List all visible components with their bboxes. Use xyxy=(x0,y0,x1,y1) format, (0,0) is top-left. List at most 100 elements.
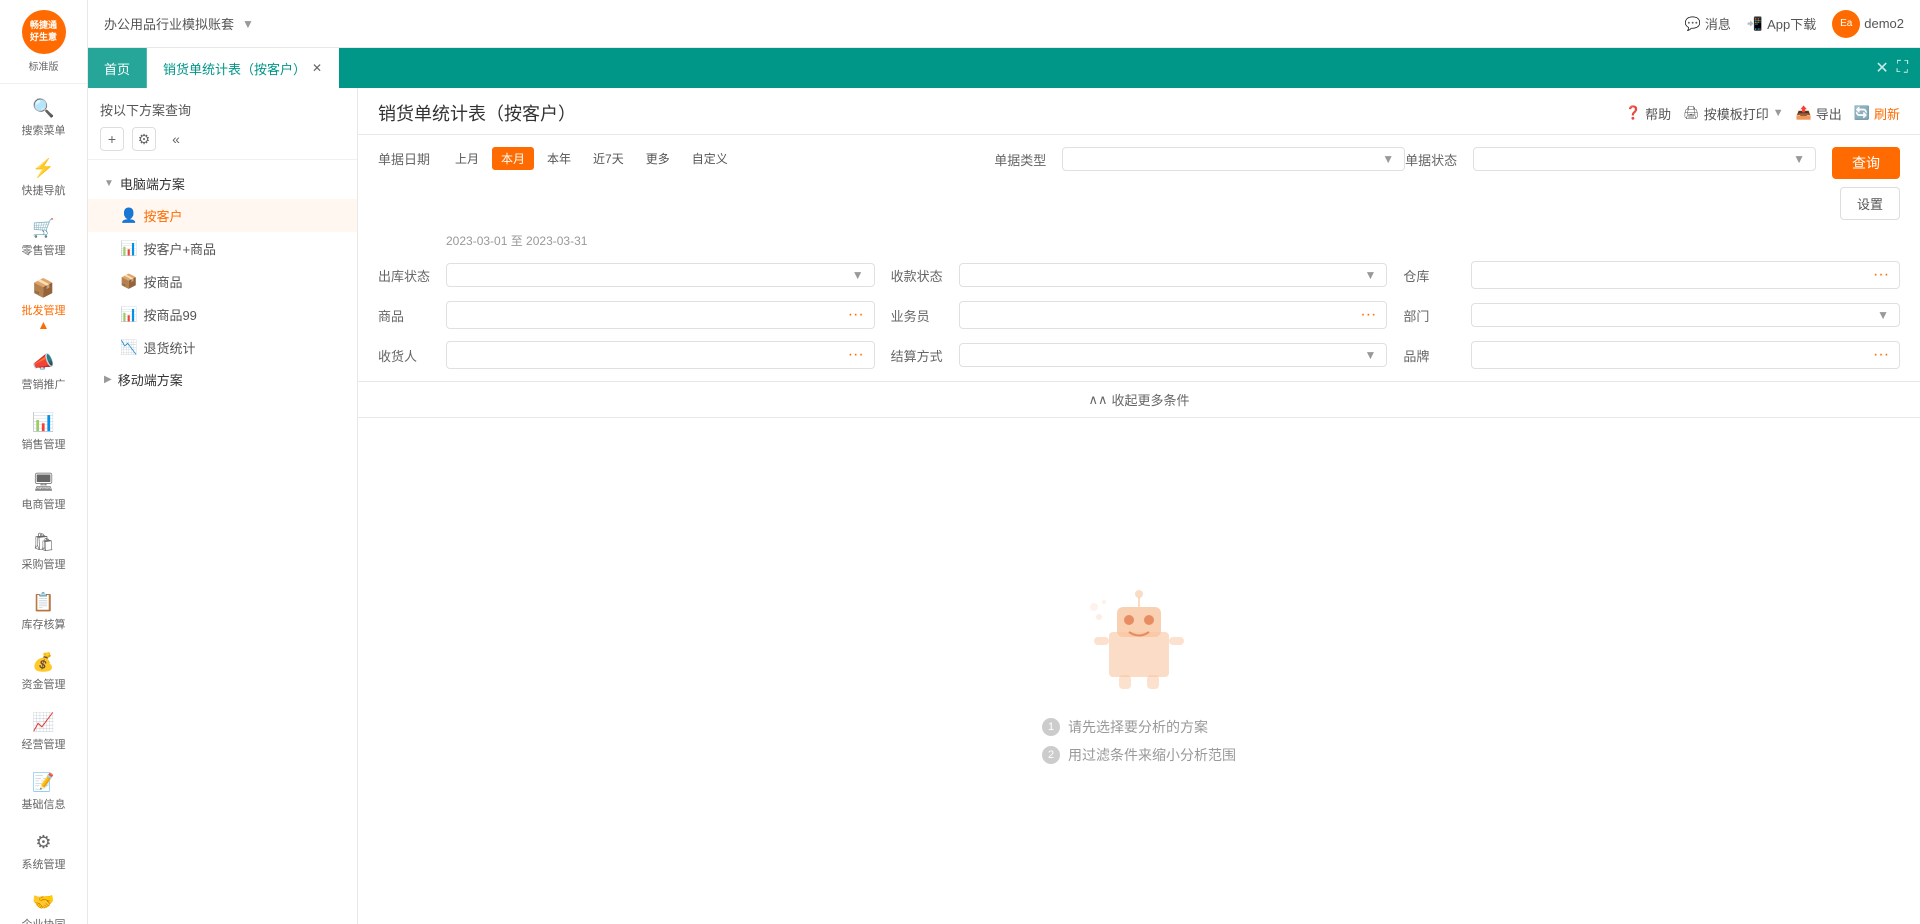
recipient-dots-icon[interactable]: ··· xyxy=(848,346,864,364)
collapse-panel-btn[interactable]: « xyxy=(164,127,188,151)
sidebar-item-marketing[interactable]: 📣 营销推广 xyxy=(0,342,87,402)
message-btn[interactable]: 💬 消息 xyxy=(1685,14,1731,33)
tree-item-by-customer-product[interactable]: 📊 按客户+商品 xyxy=(88,232,357,265)
out-status-select[interactable]: ▼ xyxy=(446,263,875,287)
btn-this-month[interactable]: 本月 xyxy=(492,147,534,170)
sidebar-item-label: 资金管理 xyxy=(22,676,66,692)
salesperson-input[interactable]: ··· xyxy=(959,301,1388,329)
sidebar-item-ecommerce[interactable]: 🖥 电商管理 xyxy=(0,462,87,522)
app-download-btn[interactable]: 📲 App下载 xyxy=(1747,14,1816,33)
settings-btn[interactable]: 设置 xyxy=(1840,187,1900,220)
department-select[interactable]: ▼ xyxy=(1471,303,1900,327)
sidebar-item-label: 快捷导航 xyxy=(22,182,66,198)
sidebar-item-wholesale[interactable]: 📦 批发管理 ▲ xyxy=(0,268,87,342)
date-label: 单据日期 xyxy=(378,149,438,168)
avatar: Ea xyxy=(1832,10,1860,38)
order-type-select[interactable]: ▼ xyxy=(1062,147,1405,171)
product-dots-icon[interactable]: ··· xyxy=(848,306,864,324)
sidebar-item-label: 经营管理 xyxy=(22,736,66,752)
user-menu[interactable]: Ea demo2 xyxy=(1832,10,1904,38)
brand-label: 品牌 xyxy=(1403,346,1463,365)
date-range-display: 2023-03-01 至 2023-03-31 xyxy=(446,232,587,249)
filter-recipient-group: 收货人 ··· xyxy=(378,341,875,369)
sidebar-item-inventory[interactable]: 📋 库存核算 xyxy=(0,582,87,642)
tab-home[interactable]: 首页 xyxy=(88,48,147,88)
brand-input[interactable]: ··· xyxy=(1471,341,1900,369)
payment-status-select[interactable]: ▼ xyxy=(959,263,1388,287)
box-icon: 📦 xyxy=(120,273,137,290)
warehouse-label: 仓库 xyxy=(1403,266,1463,285)
window-maximize-icon[interactable]: ⛶ xyxy=(1897,59,1908,77)
btn-more[interactable]: 更多 xyxy=(637,147,679,170)
edit-scheme-btn[interactable]: ⚙ xyxy=(132,127,156,151)
filter-brand-group: 品牌 ··· xyxy=(1403,341,1900,369)
settlement-label: 结算方式 xyxy=(891,346,951,365)
download-icon: 📲 xyxy=(1747,16,1763,32)
sidebar-item-label: 营销推广 xyxy=(22,376,66,392)
settlement-select[interactable]: ▼ xyxy=(959,343,1388,367)
header-right: 💬 消息 📲 App下载 Ea demo2 xyxy=(1685,10,1904,38)
tree-section-desktop-header[interactable]: ▼ 电脑端方案 xyxy=(88,168,357,199)
tree-item-return-stats[interactable]: 📉 退货统计 xyxy=(88,331,357,364)
out-status-label: 出库状态 xyxy=(378,266,438,285)
sidebar-item-search-menu[interactable]: 🔍 搜索菜单 xyxy=(0,88,87,148)
add-scheme-btn[interactable]: + xyxy=(100,127,124,151)
filter-row-3: 商品 ··· 业务员 ··· 部门 xyxy=(378,301,1900,329)
department-arrow-icon: ▼ xyxy=(1877,308,1889,322)
tree-item-by-customer[interactable]: 👤 按客户 xyxy=(88,199,357,232)
salesperson-dots-icon[interactable]: ··· xyxy=(1360,306,1376,324)
recipient-label: 收货人 xyxy=(378,346,438,365)
refresh-btn[interactable]: 🔄 刷新 xyxy=(1854,104,1900,123)
sidebar-item-quick-nav[interactable]: ⚡ 快捷导航 xyxy=(0,148,87,208)
btn-last-7-days[interactable]: 近7天 xyxy=(584,147,633,170)
btn-this-year[interactable]: 本年 xyxy=(538,147,580,170)
filter-settlement-group: 结算方式 ▼ xyxy=(891,343,1388,367)
message-icon: 💬 xyxy=(1685,16,1701,32)
sidebar-item-purchase[interactable]: 🛍 采购管理 xyxy=(0,522,87,582)
help-btn[interactable]: ❓ 帮助 xyxy=(1625,104,1671,123)
help-label: 帮助 xyxy=(1645,104,1671,123)
username-label: demo2 xyxy=(1864,16,1904,31)
btn-custom[interactable]: 自定义 xyxy=(683,147,737,170)
basic-info-icon: 📝 xyxy=(32,772,54,793)
product-input[interactable]: ··· xyxy=(446,301,875,329)
tree-section-mobile-header[interactable]: ▶ 移动端方案 xyxy=(88,364,357,395)
template-print-btn[interactable]: 🖨 按模板打印 ▼ xyxy=(1683,104,1783,123)
header-title: 办公用品行业模拟账套 xyxy=(104,14,234,33)
tree-section-label: 移动端方案 xyxy=(118,370,183,389)
recipient-input[interactable]: ··· xyxy=(446,341,875,369)
sales-icon: 📊 xyxy=(32,412,54,433)
tab-window-controls: ✕ ⛶ xyxy=(1863,58,1920,78)
btn-last-month[interactable]: 上月 xyxy=(446,147,488,170)
tip-num-1: 1 xyxy=(1042,718,1060,736)
person-icon: 👤 xyxy=(120,207,137,224)
right-panel: 销货单统计表（按客户） ❓ 帮助 🖨 按模板打印 ▼ 📤 导出 xyxy=(358,88,1920,924)
window-close-icon[interactable]: ✕ xyxy=(1875,58,1888,78)
tab-sales-stats[interactable]: 销货单统计表（按客户） ✕ xyxy=(147,48,339,88)
sidebar-item-sales[interactable]: 📊 销售管理 xyxy=(0,402,87,462)
brand-dots-icon[interactable]: ··· xyxy=(1873,346,1889,364)
sidebar: 畅捷通好生意 标准版 🔍 搜索菜单 ⚡ 快捷导航 🛒 零售管理 📦 批发管理 ▲… xyxy=(0,0,88,924)
sidebar-item-finance[interactable]: 💰 资金管理 xyxy=(0,642,87,702)
query-btn[interactable]: 查询 xyxy=(1832,147,1900,179)
tab-close-icon[interactable]: ✕ xyxy=(312,61,322,75)
print-dropdown-icon: ▼ xyxy=(1773,107,1784,119)
sidebar-item-operations[interactable]: 📈 经营管理 xyxy=(0,702,87,762)
sidebar-item-label: 系统管理 xyxy=(22,856,66,872)
header-dropdown-icon[interactable]: ▼ xyxy=(242,17,254,31)
warehouse-dots-icon[interactable]: ··· xyxy=(1873,266,1889,284)
finance-icon: 💰 xyxy=(32,652,54,673)
order-status-select[interactable]: ▼ xyxy=(1473,147,1816,171)
collapse-bar[interactable]: ∧∧ 收起更多条件 xyxy=(358,382,1920,418)
tree-item-by-product-99[interactable]: 📊 按商品99 xyxy=(88,298,357,331)
tip-text-1: 请先选择要分析的方案 xyxy=(1068,717,1208,737)
tree-item-by-product[interactable]: 📦 按商品 xyxy=(88,265,357,298)
sidebar-item-retail[interactable]: 🛒 零售管理 xyxy=(0,208,87,268)
warehouse-input[interactable]: ··· xyxy=(1471,261,1900,289)
sidebar-item-basic-info[interactable]: 📝 基础信息 xyxy=(0,762,87,822)
sidebar-item-cooperation[interactable]: 🤝 企业协同 xyxy=(0,882,87,924)
export-btn[interactable]: 📤 导出 xyxy=(1796,104,1842,123)
sidebar-item-system[interactable]: ⚙ 系统管理 xyxy=(0,822,87,882)
return-icon: 📉 xyxy=(120,339,137,356)
operations-icon: 📈 xyxy=(32,712,54,733)
